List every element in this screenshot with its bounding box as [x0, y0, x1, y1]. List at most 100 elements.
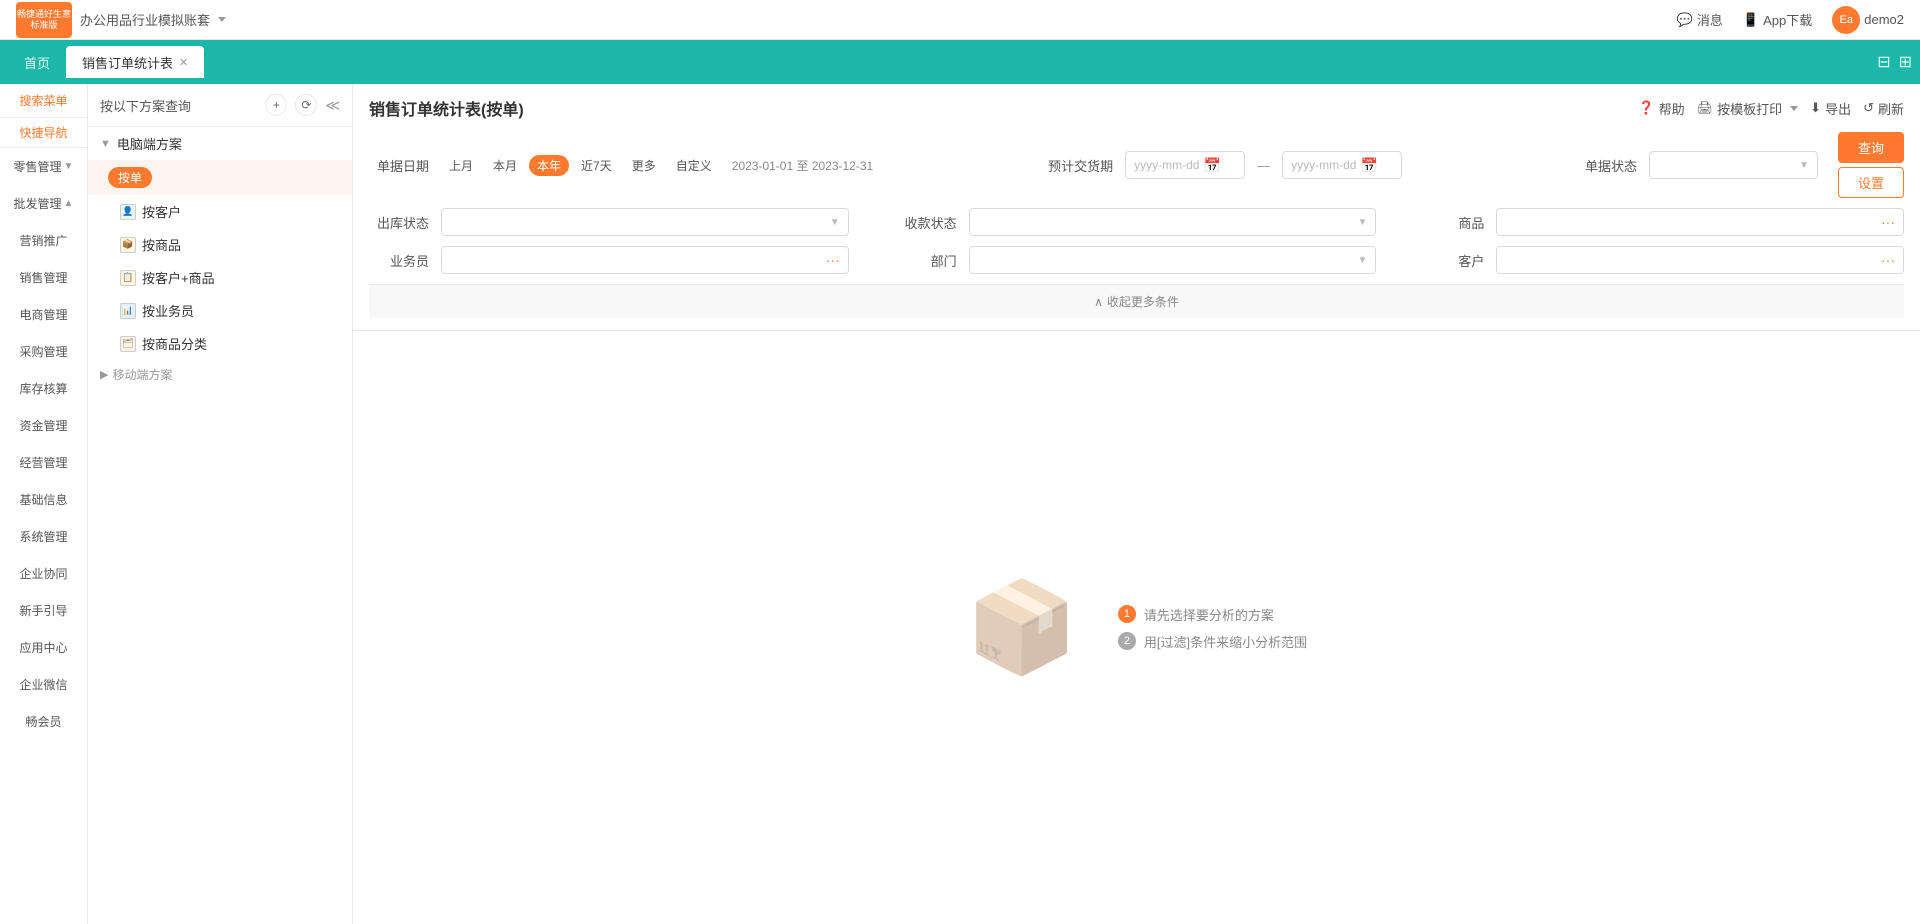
sidebar-search-label[interactable]: 搜索菜单: [8, 92, 79, 109]
order-date-label: 单据日期: [369, 156, 429, 175]
payment-status-arrow-icon: ▼: [1357, 217, 1367, 228]
product-more-icon[interactable]: ···: [1881, 214, 1895, 230]
top-bar-left: 畅捷通好生意 标准版 办公用品行业模拟账套: [16, 2, 226, 38]
tree-expand-icon: ▼: [100, 138, 111, 150]
sidebar-item-member[interactable]: 畅会员: [0, 703, 87, 740]
customer-icon: 👤: [120, 204, 136, 220]
sidebar-item-operation[interactable]: 经营管理: [0, 444, 87, 481]
content-area: 按以下方案查询 + ⟳ ≪ ▼ 电脑端方案 按单 👤 按客户 📦: [88, 84, 1920, 924]
app-download-button[interactable]: 📱 App下载: [1743, 10, 1812, 29]
tree-item-by-salesperson[interactable]: 📊 按业务员: [88, 294, 352, 327]
predicted-date-label: 预计交货期: [1048, 156, 1113, 175]
main-layout: 搜索菜单 快捷导航 零售管理 ▼ 批发管理 ▲ 营销推广 销售管理 电商管理 采…: [0, 84, 1920, 924]
tab-close-icon[interactable]: ✕: [179, 56, 188, 69]
sidebar-item-ecommerce[interactable]: 电商管理: [0, 296, 87, 333]
calendar-end-icon: 📅: [1360, 157, 1377, 174]
tree-item-pc-solutions[interactable]: ▼ 电脑端方案: [88, 127, 352, 160]
mobile-expand-icon: ▶: [100, 368, 108, 381]
tab-minimize-button[interactable]: ⊟: [1877, 52, 1890, 72]
export-button[interactable]: ⬇ 导出: [1810, 99, 1851, 118]
salesperson-icon: 📊: [120, 303, 136, 319]
refresh-scheme-button[interactable]: ⟳: [295, 94, 317, 116]
empty-hint-2: 2 用[过滤]条件来缩小分析范围: [1118, 632, 1307, 651]
product-select[interactable]: ···: [1496, 208, 1904, 236]
logo: 畅捷通好生意 标准版: [16, 2, 72, 38]
sidebar-item-marketing[interactable]: 营销推广: [0, 222, 87, 259]
collapse-panel-button[interactable]: ≪: [325, 97, 340, 114]
delivery-status-select[interactable]: ▼: [441, 208, 849, 236]
logo-text: 畅捷通好生意 标准版: [17, 9, 71, 31]
left-panel-actions: + ⟳ ≪: [265, 94, 340, 116]
sidebar-item-app-center[interactable]: 应用中心: [0, 629, 87, 666]
left-panel-header: 按以下方案查询 + ⟳ ≪: [88, 84, 352, 127]
order-status-select[interactable]: ▼: [1649, 151, 1818, 179]
tree-item-by-customer[interactable]: 👤 按客户: [88, 195, 352, 228]
query-button[interactable]: 查询: [1838, 132, 1904, 163]
date-shortcuts: 上月 本月 本年 近7天 更多 自定义: [441, 155, 720, 176]
collapse-filters-button[interactable]: ∧ 收起更多条件: [369, 284, 1904, 318]
sidebar-item-beginner[interactable]: 新手引导: [0, 592, 87, 629]
tab-sales-stats[interactable]: 销售订单统计表 ✕: [66, 46, 204, 78]
sidebar-item-inventory[interactable]: 库存核算: [0, 370, 87, 407]
shortcut-this-year[interactable]: 本年: [529, 155, 569, 176]
page-title: 销售订单统计表(按单): [369, 96, 524, 120]
sidebar-item-finance[interactable]: 资金管理: [0, 407, 87, 444]
date-range-text: 2023-01-01 至 2023-12-31: [732, 157, 873, 174]
sidebar-item-enterprise[interactable]: 企业协同: [0, 555, 87, 592]
predicted-date-start[interactable]: yyyy-mm-dd 📅: [1125, 151, 1245, 179]
company-selector[interactable]: 办公用品行业模拟账套: [80, 10, 226, 29]
payment-status-select[interactable]: ▼: [969, 208, 1377, 236]
sidebar-item-system[interactable]: 系统管理: [0, 518, 87, 555]
department-label: 部门: [897, 251, 957, 270]
print-icon: 🖨: [1697, 100, 1714, 116]
print-button[interactable]: 🖨 按模板打印: [1697, 99, 1799, 118]
message-icon: 💬: [1677, 12, 1693, 28]
delivery-status-label: 出库状态: [369, 213, 429, 232]
shortcut-this-month[interactable]: 本月: [485, 155, 525, 176]
predicted-date-end[interactable]: yyyy-mm-dd 📅: [1282, 151, 1402, 179]
top-bar: 畅捷通好生意 标准版 办公用品行业模拟账套 💬 消息 📱 App下载 Ea de…: [0, 0, 1920, 40]
refresh-button[interactable]: ↺ 刷新: [1863, 99, 1904, 118]
mobile-section-divider: ▶ 移动端方案: [88, 360, 352, 389]
department-select[interactable]: ▼: [969, 246, 1377, 274]
calendar-start-icon: 📅: [1203, 157, 1220, 174]
salesperson-more-icon[interactable]: ···: [826, 252, 840, 268]
order-status-label: 单据状态: [1577, 156, 1637, 175]
help-button[interactable]: ❓ 帮助: [1638, 99, 1684, 118]
sidebar-item-sales[interactable]: 销售管理: [0, 259, 87, 296]
collapse-up-icon: ∧: [1094, 295, 1103, 309]
empty-state: 📦 1 请先选择要分析的方案 2 用[过滤]条件来缩小分析范围: [353, 331, 1920, 924]
shortcut-last-month[interactable]: 上月: [441, 155, 481, 176]
sidebar-item-wholesale[interactable]: 批发管理 ▲: [0, 185, 87, 222]
sidebar-item-retail[interactable]: 零售管理 ▼: [0, 148, 87, 185]
tree-item-by-customer-product[interactable]: 📋 按客户+商品: [88, 261, 352, 294]
user-profile[interactable]: Ea demo2: [1832, 6, 1904, 34]
settings-button[interactable]: 设置: [1838, 167, 1904, 198]
tab-maximize-button[interactable]: ⊞: [1899, 52, 1912, 72]
category-icon: 🗂: [120, 336, 136, 352]
avatar: Ea: [1832, 6, 1860, 34]
shortcut-custom[interactable]: 自定义: [668, 155, 720, 176]
shortcut-more[interactable]: 更多: [624, 155, 664, 176]
hint-number-2: 2: [1118, 632, 1136, 650]
customer-label: 客户: [1424, 251, 1484, 270]
add-scheme-button[interactable]: +: [265, 94, 287, 116]
tree-item-by-order[interactable]: 按单: [88, 160, 352, 195]
tab-home[interactable]: 首页: [8, 46, 66, 78]
page-actions: ❓ 帮助 🖨 按模板打印 ⬇ 导出 ↺: [1638, 99, 1904, 118]
sidebar-item-purchase[interactable]: 采购管理: [0, 333, 87, 370]
customer-select[interactable]: ···: [1496, 246, 1904, 274]
refresh-icon: ↺: [1863, 100, 1874, 116]
tree-item-by-product[interactable]: 📦 按商品: [88, 228, 352, 261]
salesperson-select[interactable]: ···: [441, 246, 849, 274]
tree-item-by-category[interactable]: 🗂 按商品分类: [88, 327, 352, 360]
sidebar: 搜索菜单 快捷导航 零售管理 ▼ 批发管理 ▲ 营销推广 销售管理 电商管理 采…: [0, 84, 88, 924]
filter-row-3: 业务员 ··· 部门 ▼ 客户 ···: [369, 246, 1904, 274]
customer-more-icon[interactable]: ···: [1881, 252, 1895, 268]
sidebar-item-basic[interactable]: 基础信息: [0, 481, 87, 518]
sidebar-item-quick-nav[interactable]: 快捷导航: [0, 118, 87, 148]
sidebar-item-enterprise-wechat[interactable]: 企业微信: [0, 666, 87, 703]
shortcut-7days[interactable]: 近7天: [573, 155, 620, 176]
message-button[interactable]: 💬 消息: [1677, 10, 1723, 29]
product-label: 商品: [1424, 213, 1484, 232]
